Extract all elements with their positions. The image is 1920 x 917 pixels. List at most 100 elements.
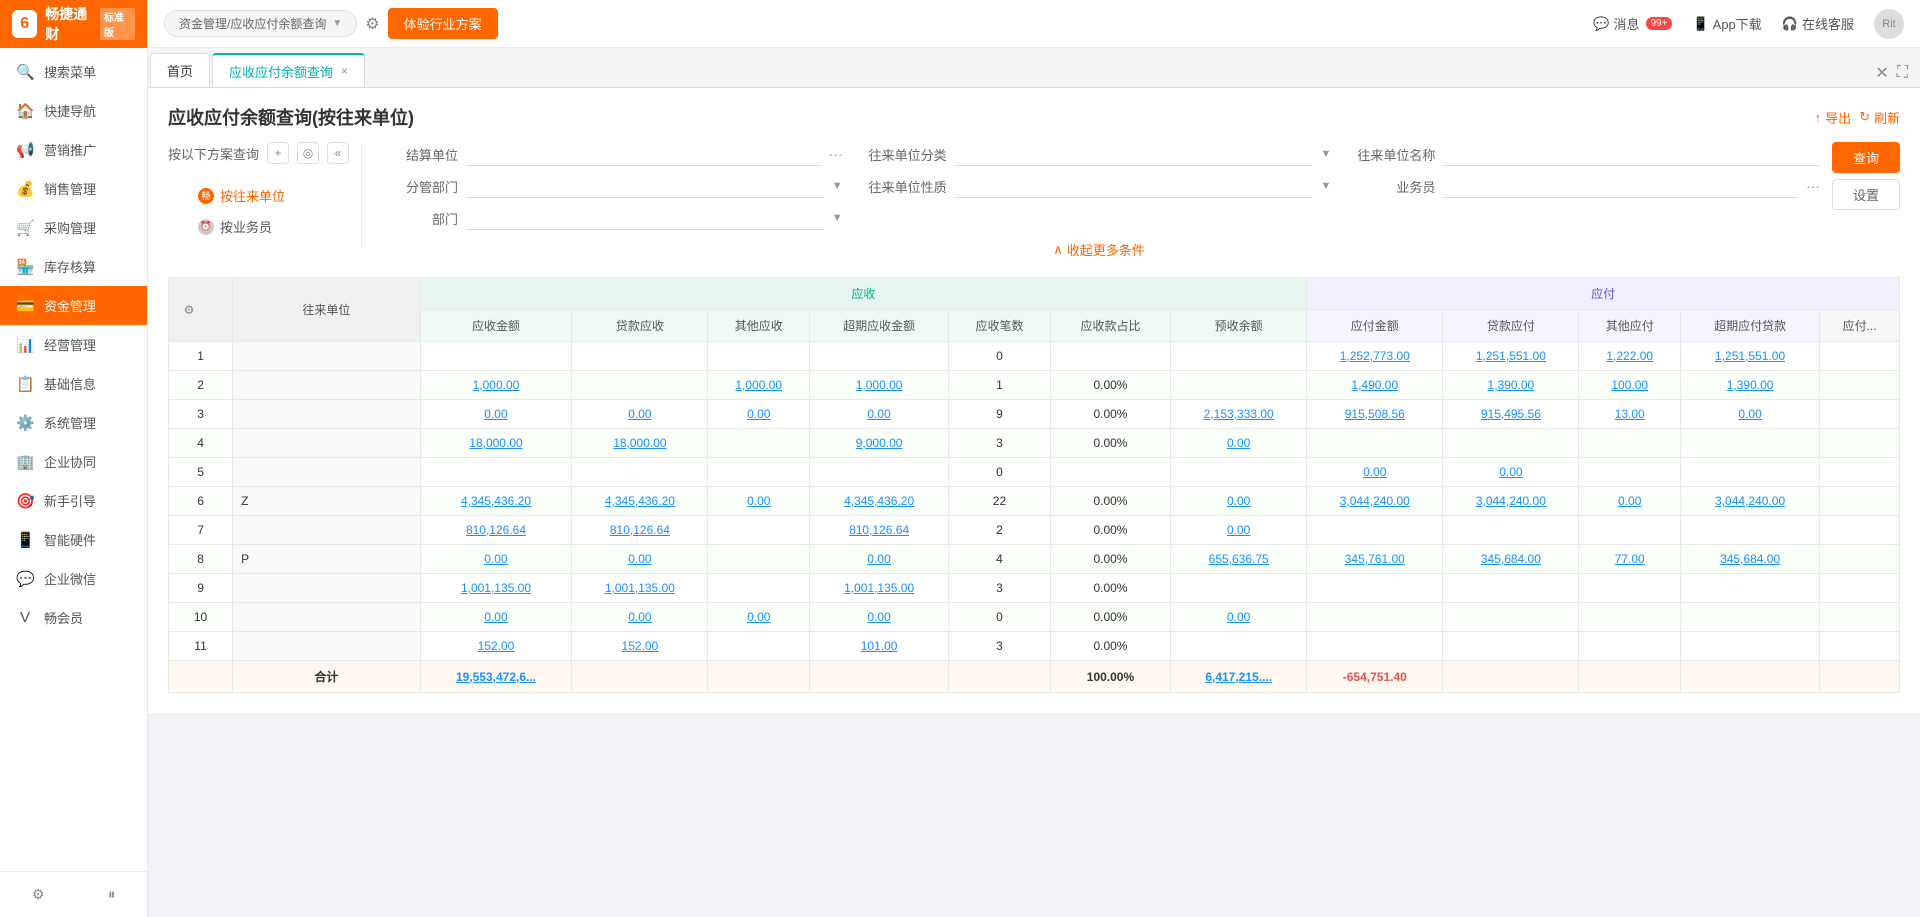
tab-home[interactable]: 首页 [150, 53, 210, 87]
settlement-unit-dots-icon[interactable]: ··· [829, 146, 843, 162]
cell-ap_loan[interactable]: 1,251,551.00 [1443, 342, 1579, 371]
dept-input[interactable] [466, 206, 824, 230]
user-avatar[interactable]: Rit [1874, 9, 1904, 39]
breadcrumb[interactable]: 资金管理/应收应付余额查询 ▼ [164, 10, 357, 37]
cell-ar_loan[interactable]: 0.00 [572, 545, 708, 574]
cell-ar_amount[interactable]: 0.00 [420, 545, 572, 574]
cell-ar_amount[interactable]: 0.00 [420, 603, 572, 632]
promo-button[interactable]: 体验行业方案 [388, 8, 498, 39]
sidebar-settings-btn[interactable]: ⚙ [22, 880, 55, 909]
dept-chevron-icon[interactable]: ▼ [832, 212, 843, 224]
cell-ar_overdue[interactable]: 1,000.00 [810, 371, 949, 400]
cell-ar_amount[interactable]: 0.00 [420, 400, 572, 429]
cell-ar_loan[interactable]: 810,126.64 [572, 516, 708, 545]
cell-ap_loan[interactable]: 345,684.00 [1443, 545, 1579, 574]
sidebar-item-member[interactable]: V 畅会员 [0, 598, 147, 637]
cell-ar_amount[interactable]: 152.00 [420, 632, 572, 661]
cell-ar_other[interactable]: 0.00 [708, 400, 810, 429]
filter-collapse-icon[interactable]: « [327, 142, 349, 164]
cell-ar_amount[interactable]: 4,345,436.20 [420, 487, 572, 516]
settlement-unit-input[interactable] [466, 142, 821, 166]
query-button[interactable]: 查询 [1832, 142, 1900, 173]
scheme-by-staff[interactable]: ⏰ 按业务员 [168, 211, 349, 242]
filter-add-button[interactable]: + [267, 142, 289, 164]
sidebar-item-wechat[interactable]: 💬 企业微信 [0, 559, 147, 598]
unit-category-chevron-icon[interactable]: ▼ [1320, 148, 1331, 160]
cell-ar_overdue[interactable]: 1,001,135.00 [810, 574, 949, 603]
cell-ar_overdue[interactable]: 9,000.00 [810, 429, 949, 458]
cell-ar_overdue[interactable]: 0.00 [810, 603, 949, 632]
sidebar-item-system[interactable]: ⚙️ 系统管理 [0, 403, 147, 442]
scheme-by-unit[interactable]: 畅 按往来单位 [168, 180, 349, 211]
cell-ap_other[interactable]: 0.00 [1579, 487, 1681, 516]
cell-ar_overdue[interactable]: 0.00 [810, 400, 949, 429]
unit-nature-input[interactable] [955, 174, 1313, 198]
cell-ap_amount[interactable]: 345,761.00 [1307, 545, 1443, 574]
footer-ar-amount[interactable]: 19,553,472,6... [420, 661, 572, 693]
cell-ar_overdue[interactable]: 0.00 [810, 545, 949, 574]
cell-ap_amount[interactable]: 915,508.56 [1307, 400, 1443, 429]
cell-ap_other[interactable]: 100.00 [1579, 371, 1681, 400]
cell-ap_loan[interactable]: 3,044,240.00 [1443, 487, 1579, 516]
cell-ar_prepay[interactable]: 0.00 [1171, 603, 1307, 632]
tab-ar-query[interactable]: 应收应付余额查询 × [212, 53, 365, 87]
cell-ap_loan[interactable]: 1,390.00 [1443, 371, 1579, 400]
tab-expand-icon[interactable]: ⛶ [1897, 64, 1908, 82]
cell-ar_loan[interactable]: 0.00 [572, 603, 708, 632]
cell-ar_other[interactable]: 0.00 [708, 487, 810, 516]
cell-ar_loan[interactable]: 4,345,436.20 [572, 487, 708, 516]
cell-ar_loan[interactable]: 152.00 [572, 632, 708, 661]
cell-ap_amount[interactable]: 0.00 [1307, 458, 1443, 487]
cell-ar_overdue[interactable]: 4,345,436.20 [810, 487, 949, 516]
cell-ar_prepay[interactable]: 0.00 [1171, 429, 1307, 458]
tab-close-icon[interactable]: × [341, 64, 348, 78]
tab-close-window-icon[interactable]: ✕ [1875, 63, 1888, 83]
unit-category-input[interactable] [955, 142, 1313, 166]
sidebar-item-quicknav[interactable]: 🏠 快捷导航 [0, 91, 147, 130]
cell-ap_loan[interactable]: 915,495.56 [1443, 400, 1579, 429]
cell-ar_prepay[interactable]: 0.00 [1171, 487, 1307, 516]
cell-ar_amount[interactable]: 1,001,135.00 [420, 574, 572, 603]
sidebar-item-finance[interactable]: 💳 资金管理 [0, 286, 147, 325]
message-action[interactable]: 💬 消息 99+ [1593, 14, 1672, 33]
dept-manage-input[interactable] [466, 174, 824, 198]
cell-ar_loan[interactable]: 18,000.00 [572, 429, 708, 458]
cell-ar_loan[interactable]: 0.00 [572, 400, 708, 429]
sidebar-item-guide[interactable]: 🎯 新手引导 [0, 481, 147, 520]
online-service-action[interactable]: 🎧 在线客服 [1782, 14, 1854, 33]
cell-ap_overdue[interactable]: 0.00 [1681, 400, 1820, 429]
cell-ap_loan[interactable]: 0.00 [1443, 458, 1579, 487]
cell-ar_prepay[interactable]: 655,636.75 [1171, 545, 1307, 574]
cell-ap_other[interactable]: 13.00 [1579, 400, 1681, 429]
sidebar-item-search[interactable]: 🔍 搜索菜单 [0, 52, 147, 91]
cell-ap_amount[interactable]: 1,252,773.00 [1307, 342, 1443, 371]
table-gear-icon[interactable]: ⚙ [177, 298, 201, 322]
cell-ap_amount[interactable]: 1,490.00 [1307, 371, 1443, 400]
header-settings-icon[interactable]: ⚙ [365, 14, 379, 34]
salesman-input[interactable] [1443, 174, 1798, 198]
unit-name-input[interactable] [1443, 142, 1820, 166]
cell-ar_other[interactable]: 1,000.00 [708, 371, 810, 400]
cell-ar_amount[interactable]: 1,000.00 [420, 371, 572, 400]
cell-ar_overdue[interactable]: 101.00 [810, 632, 949, 661]
cell-ap_overdue[interactable]: 1,390.00 [1681, 371, 1820, 400]
cell-ar_other[interactable]: 0.00 [708, 603, 810, 632]
cell-ar_loan[interactable]: 1,001,135.00 [572, 574, 708, 603]
sidebar-item-sales[interactable]: 💰 销售管理 [0, 169, 147, 208]
cell-ap_overdue[interactable]: 3,044,240.00 [1681, 487, 1820, 516]
salesman-dots-icon[interactable]: ··· [1806, 178, 1820, 194]
dept-manage-chevron-icon[interactable]: ▼ [832, 180, 843, 192]
sidebar-item-corp[interactable]: 🏢 企业协同 [0, 442, 147, 481]
refresh-button[interactable]: ↻ 刷新 [1859, 108, 1900, 127]
sidebar-item-inventory[interactable]: 🏪 库存核算 [0, 247, 147, 286]
export-button[interactable]: ↑ 导出 [1815, 108, 1852, 127]
settings-button[interactable]: 设置 [1832, 179, 1900, 210]
sidebar-item-purchase[interactable]: 🛒 采购管理 [0, 208, 147, 247]
cell-ar_prepay[interactable]: 2,153,333.00 [1171, 400, 1307, 429]
cell-ar_prepay[interactable]: 0.00 [1171, 516, 1307, 545]
unit-nature-chevron-icon[interactable]: ▼ [1320, 180, 1331, 192]
cell-ap_other[interactable]: 77.00 [1579, 545, 1681, 574]
cell-ap_other[interactable]: 1,222.00 [1579, 342, 1681, 371]
sidebar-item-basic[interactable]: 📋 基础信息 [0, 364, 147, 403]
filter-target-icon[interactable]: ◎ [297, 142, 319, 164]
